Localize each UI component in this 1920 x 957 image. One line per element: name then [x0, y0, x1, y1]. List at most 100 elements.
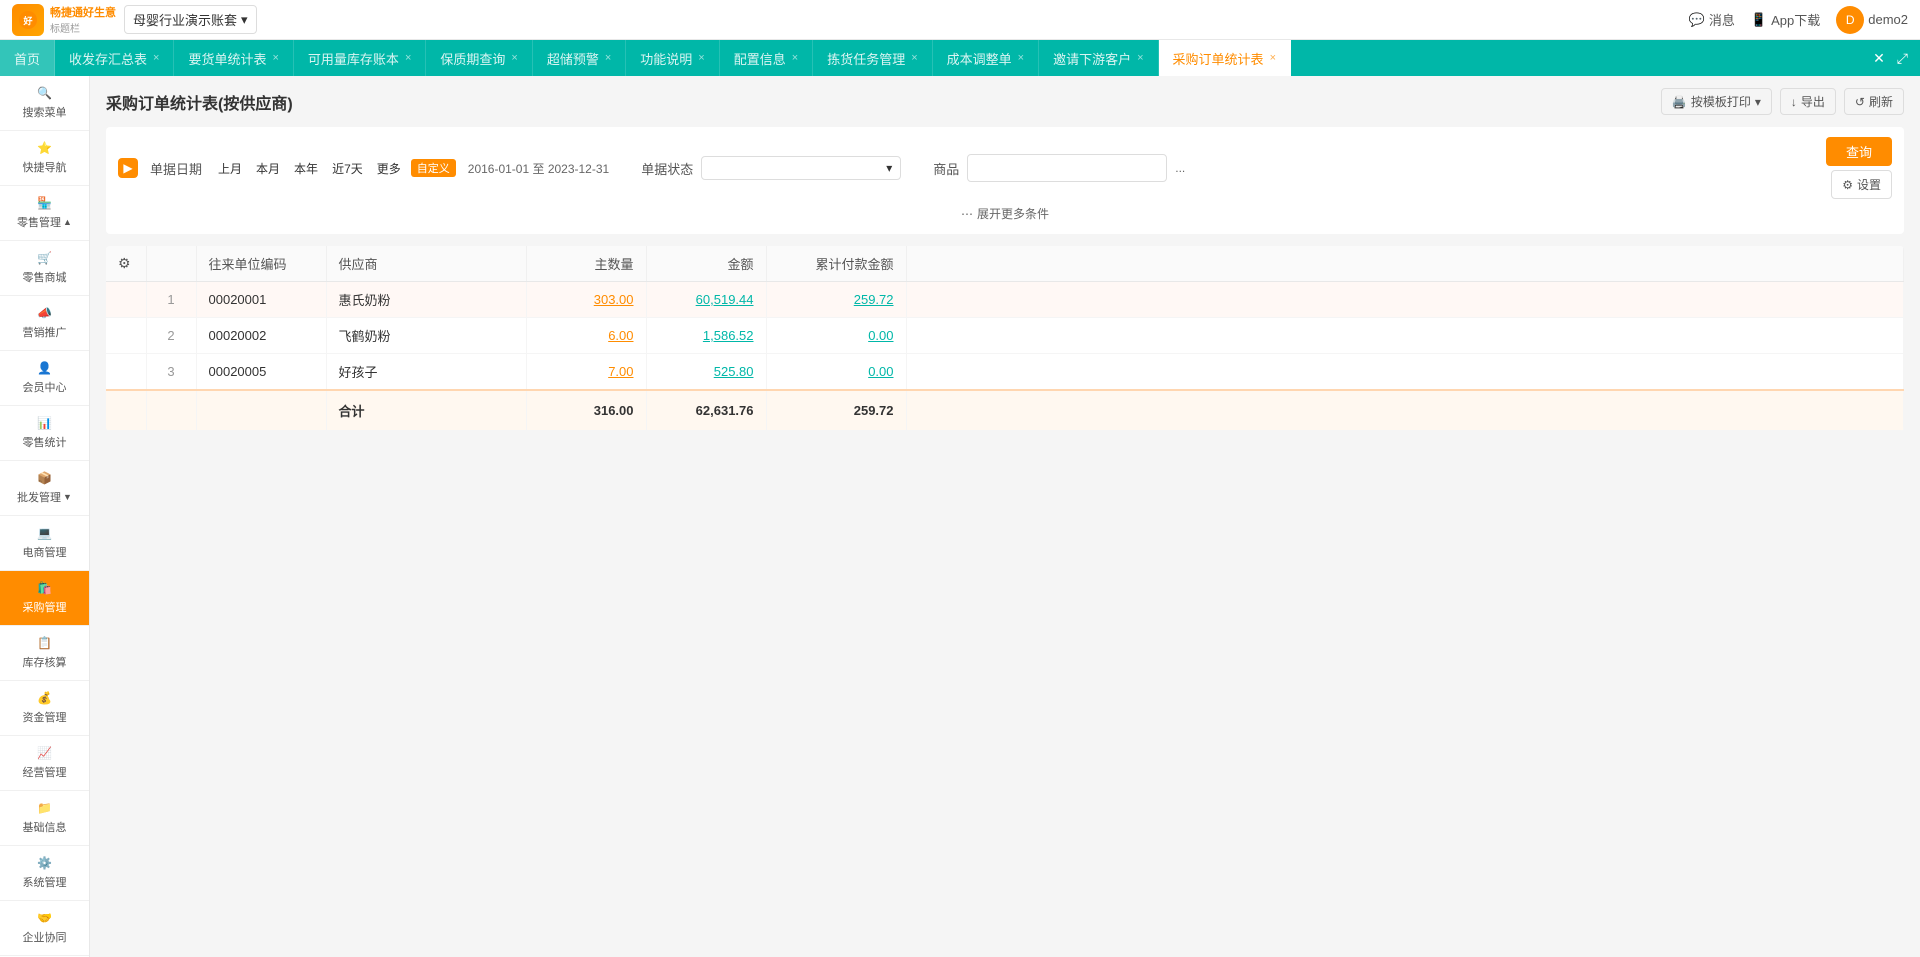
sidebar-item-system[interactable]: ⚙️ 系统管理 [0, 846, 89, 900]
date-option-7days[interactable]: 近7天 [328, 158, 367, 179]
tab-pick-task-close[interactable]: × [911, 52, 917, 64]
row-3-num: 3 [146, 354, 196, 391]
tab-invite-downstream-close[interactable]: × [1137, 52, 1143, 64]
sidebar-item-finance[interactable]: 💰 资金管理 [0, 681, 89, 735]
tab-config-info-close[interactable]: × [792, 52, 798, 64]
sidebar-item-purchase[interactable]: 🛍️ 采购管理 [0, 571, 89, 625]
workspace-selector[interactable]: 母婴行业演示账套 ▾ [124, 5, 257, 34]
settings-button[interactable]: ⚙ 设置 [1831, 170, 1892, 199]
message-button[interactable]: 💬 消息 [1689, 10, 1735, 29]
tab-overstock-warning[interactable]: 超储预警 × [533, 40, 626, 76]
row-3-paid[interactable]: 0.00 [766, 354, 906, 391]
template-print-button[interactable]: 🖨️ 按模板打印 ▾ [1661, 88, 1772, 115]
date-option-last-month[interactable]: 上月 [214, 158, 246, 179]
tab-purchase-stats-close[interactable]: × [1270, 52, 1276, 64]
user-area[interactable]: D demo2 [1836, 6, 1908, 34]
row-1-qty[interactable]: 303.00 [526, 282, 646, 318]
wholesale-icon: 📦 [37, 471, 52, 485]
avatar: D [1836, 6, 1864, 34]
filter-toggle-button[interactable]: ▶ [118, 158, 138, 178]
date-option-this-year[interactable]: 本年 [290, 158, 322, 179]
filter-action-buttons: 查询 ⚙ 设置 [1826, 137, 1892, 199]
goods-input[interactable] [967, 154, 1167, 182]
row-2-qty[interactable]: 6.00 [526, 318, 646, 354]
message-icon: 💬 [1689, 12, 1705, 28]
chevron-down-icon-wholesale: ▼ [63, 492, 72, 502]
row-3-qty[interactable]: 7.00 [526, 354, 646, 391]
tab-usable-stock-close[interactable]: × [405, 52, 411, 64]
column-header-settings[interactable]: ⚙ [106, 246, 146, 282]
tab-function-desc[interactable]: 功能说明 × [626, 40, 719, 76]
logo-text: 畅捷通好生意 标题栏 [50, 4, 116, 35]
tab-expiry-query-close[interactable]: × [511, 52, 517, 64]
expand-more-conditions-button[interactable]: ⋯ 展开更多条件 [961, 205, 1049, 222]
sidebar-item-business[interactable]: 📈 经营管理 [0, 736, 89, 790]
tab-function-desc-close[interactable]: × [698, 52, 704, 64]
filter-more-button[interactable]: ... [1175, 161, 1185, 175]
sidebar-marketing-label: 营销推广 [23, 324, 67, 340]
sidebar-item-wholesale[interactable]: 📦 批发管理 ▼ [0, 461, 89, 515]
sidebar-item-basic-info[interactable]: 📁 基础信息 [0, 791, 89, 845]
sidebar-item-retail-manage[interactable]: 🏪 零售管理 ▲ [0, 186, 89, 240]
row-2-supplier: 飞鹤奶粉 [326, 318, 526, 354]
sidebar-item-ecommerce[interactable]: 💻 电商管理 [0, 516, 89, 570]
sidebar-item-quick-nav[interactable]: ⭐ 快捷导航 [0, 131, 89, 185]
export-button[interactable]: ↓ 导出 [1780, 88, 1836, 115]
tab-pick-task[interactable]: 拣货任务管理 × [813, 40, 932, 76]
tab-goods-stats-close[interactable]: × [272, 52, 278, 64]
sidebar-item-inventory[interactable]: 📋 库存核算 [0, 626, 89, 680]
enterprise-icon: 🤝 [37, 911, 52, 925]
tab-overstock-warning-close[interactable]: × [605, 52, 611, 64]
sidebar-item-marketing[interactable]: 📣 营销推广 [0, 296, 89, 350]
row-3-code: 00020005 [196, 354, 326, 391]
row-1-amount[interactable]: 60,519.44 [646, 282, 766, 318]
sidebar-marketing-section: 📣 营销推广 [0, 296, 89, 351]
tab-purchase-stats[interactable]: 采购订单统计表 × [1159, 40, 1291, 76]
query-button[interactable]: 查询 [1826, 137, 1892, 166]
tab-invite-downstream[interactable]: 邀请下游客户 × [1039, 40, 1158, 76]
sidebar-item-retail-mall[interactable]: 🛒 零售商城 [0, 241, 89, 295]
status-filter-group: 单据状态 ▾ [641, 156, 901, 180]
nav-close-icon[interactable]: ✕ [1869, 48, 1889, 69]
filter-row-main: ▶ 单据日期 上月 本月 本年 近7天 更多 自定义 2016-01-01 至 … [118, 137, 1892, 199]
tab-cost-adjust[interactable]: 成本调整单 × [933, 40, 1039, 76]
row-1-paid[interactable]: 259.72 [766, 282, 906, 318]
tab-receive-summary-close[interactable]: × [153, 52, 159, 64]
sidebar-item-retail-stats[interactable]: 📊 零售统计 [0, 406, 89, 460]
sidebar-item-enterprise-collab[interactable]: 🤝 企业协同 [0, 901, 89, 955]
stats-icon: 📊 [37, 416, 52, 430]
row-3-amount[interactable]: 525.80 [646, 354, 766, 391]
column-header-qty: 主数量 [526, 246, 646, 282]
tab-config-info[interactable]: 配置信息 × [720, 40, 813, 76]
tab-home[interactable]: 首页 [0, 40, 55, 76]
date-option-more[interactable]: 更多 [373, 158, 405, 179]
tab-cost-adjust-close[interactable]: × [1018, 52, 1024, 64]
tab-receive-summary[interactable]: 收发存汇总表 × [55, 40, 174, 76]
nav-expand-icon[interactable]: ⤢ [1893, 48, 1912, 69]
expand-icon: ⋯ [961, 207, 973, 221]
row-2-amount[interactable]: 1,586.52 [646, 318, 766, 354]
row-2-paid[interactable]: 0.00 [766, 318, 906, 354]
sidebar-search-section: 🔍 搜索菜单 [0, 76, 89, 131]
top-bar-right: 💬 消息 📱 App下载 D demo2 [1689, 6, 1908, 34]
tab-expiry-query-label: 保质期查询 [440, 49, 505, 68]
row-1-supplier: 惠氏奶粉 [326, 282, 526, 318]
sidebar-item-search[interactable]: 🔍 搜索菜单 [0, 76, 89, 130]
table-footer-row: 合计 316.00 62,631.76 259.72 [106, 390, 1904, 431]
tab-pick-task-label: 拣货任务管理 [827, 49, 905, 68]
tab-goods-stats[interactable]: 要货单统计表 × [174, 40, 293, 76]
app-download-button[interactable]: 📱 App下载 [1751, 10, 1820, 29]
tab-usable-stock[interactable]: 可用量库存账本 × [294, 40, 426, 76]
goods-filter-label: 商品 [933, 159, 959, 178]
top-bar: 好 畅捷通好生意 标题栏 母婴行业演示账套 ▾ 💬 消息 📱 App下载 D d… [0, 0, 1920, 40]
status-select[interactable]: ▾ [701, 156, 901, 180]
refresh-button[interactable]: ↺ 刷新 [1844, 88, 1904, 115]
row-2-code: 00020002 [196, 318, 326, 354]
sidebar-item-member[interactable]: 👤 会员中心 [0, 351, 89, 405]
table-body: 1 00020001 惠氏奶粉 303.00 60,519.44 259.72 … [106, 282, 1904, 391]
date-option-this-month[interactable]: 本月 [252, 158, 284, 179]
sidebar-wholesale-section: 📦 批发管理 ▼ [0, 461, 89, 516]
tab-goods-stats-label: 要货单统计表 [188, 49, 266, 68]
tab-expiry-query[interactable]: 保质期查询 × [426, 40, 532, 76]
date-custom-badge[interactable]: 自定义 [411, 159, 456, 177]
